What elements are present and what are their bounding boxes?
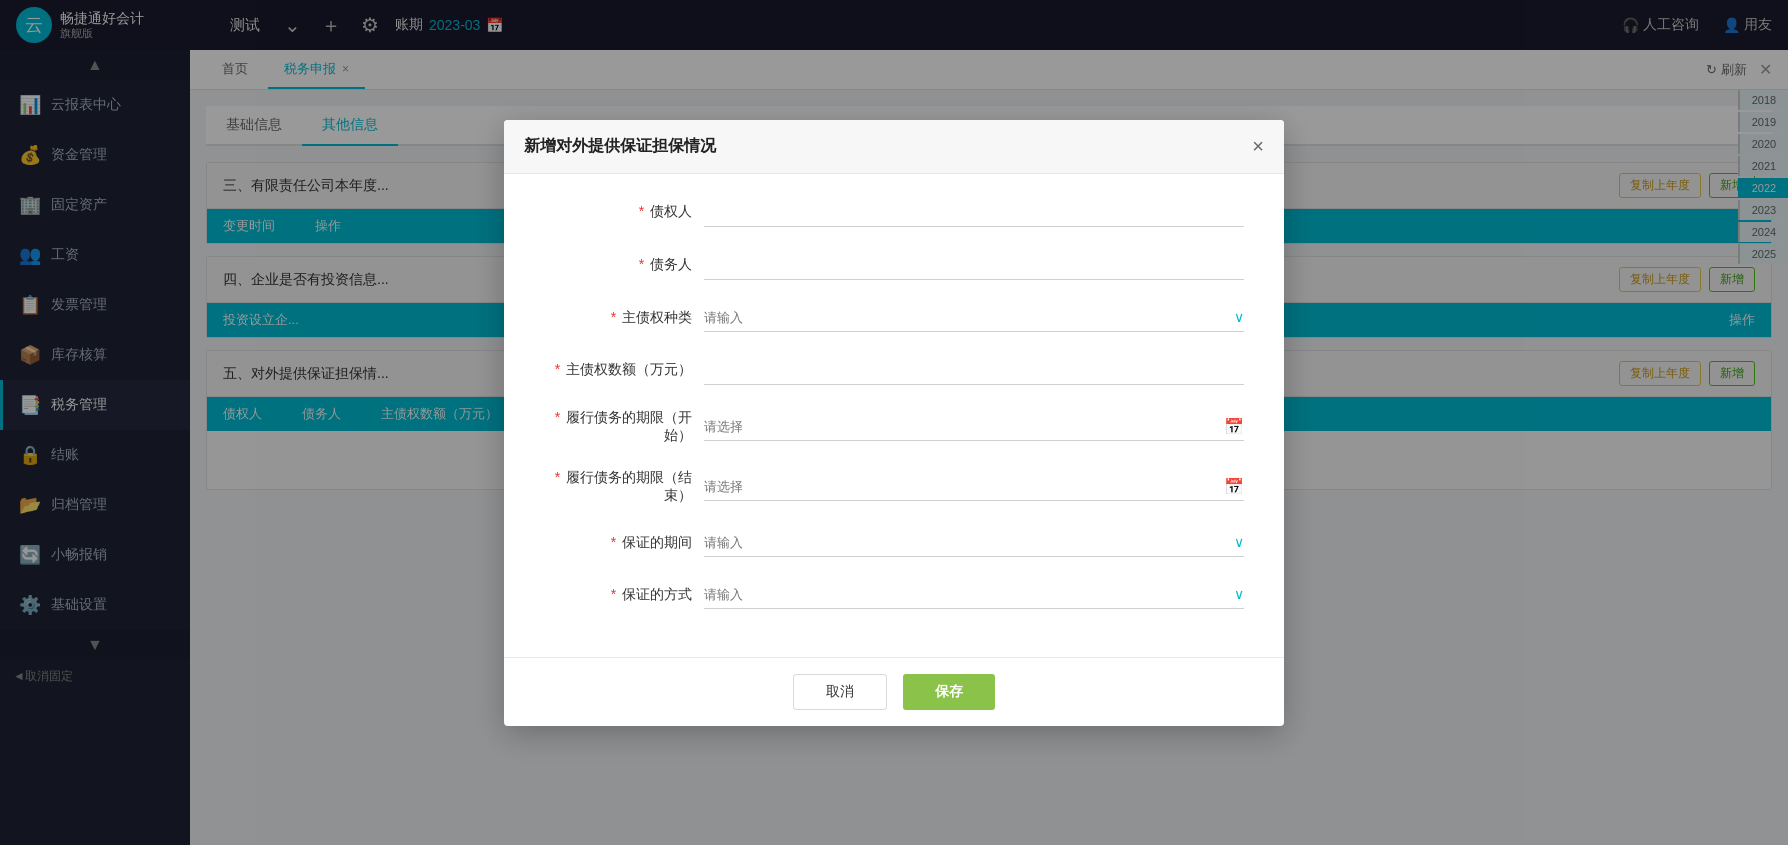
required-mark: * bbox=[639, 203, 644, 219]
dropdown-arrow-guarantee-period[interactable]: ∨ bbox=[1234, 534, 1244, 550]
select-guarantee-period[interactable] bbox=[704, 529, 1234, 556]
dialog-title: 新增对外提供保证担保情况 bbox=[524, 136, 716, 157]
form-label-guarantee-method: * 保证的方式 bbox=[544, 586, 704, 604]
dialog-footer: 取消 保存 bbox=[504, 657, 1284, 726]
date-start-wrapper: 📅 bbox=[704, 413, 1244, 441]
form-label-date-end: * 履行债务的期限（结束） bbox=[544, 469, 704, 505]
input-date-end[interactable] bbox=[704, 473, 1224, 500]
dialog: 新增对外提供保证担保情况 × * 债权人 * 债务人 bbox=[504, 120, 1284, 726]
calendar-end-icon[interactable]: 📅 bbox=[1224, 477, 1244, 496]
label-date-end-text: 履行债务的期限（结束） bbox=[566, 469, 692, 503]
form-row-creditor: * 债权人 bbox=[544, 198, 1244, 227]
form-row-credit-amount: * 主债权数额（万元） bbox=[544, 356, 1244, 385]
form-label-date-start: * 履行债务的期限（开始） bbox=[544, 409, 704, 445]
required-mark-6: * bbox=[555, 469, 560, 485]
date-end-wrapper: 📅 bbox=[704, 473, 1244, 501]
select-guarantee-period-wrapper: ∨ bbox=[704, 529, 1244, 557]
form-row-date-start: * 履行债务的期限（开始） 📅 bbox=[544, 409, 1244, 445]
dialog-overlay: 新增对外提供保证担保情况 × * 债权人 * 债务人 bbox=[0, 0, 1788, 845]
dialog-body: * 债权人 * 债务人 * 主债权种类 bbox=[504, 174, 1284, 657]
required-mark-5: * bbox=[555, 409, 560, 425]
input-debtor[interactable] bbox=[704, 251, 1244, 280]
label-guarantee-method-text: 保证的方式 bbox=[622, 586, 692, 602]
save-button[interactable]: 保存 bbox=[903, 674, 995, 710]
label-guarantee-period-text: 保证的期间 bbox=[622, 534, 692, 550]
label-credit-type-text: 主债权种类 bbox=[622, 309, 692, 325]
input-creditor[interactable] bbox=[704, 198, 1244, 227]
form-label-creditor: * 债权人 bbox=[544, 203, 704, 221]
cancel-button[interactable]: 取消 bbox=[793, 674, 887, 710]
dropdown-arrow-credit-type[interactable]: ∨ bbox=[1234, 309, 1244, 325]
form-row-debtor: * 债务人 bbox=[544, 251, 1244, 280]
label-credit-amount-text: 主债权数额（万元） bbox=[566, 361, 692, 377]
dialog-close-btn[interactable]: × bbox=[1252, 136, 1264, 156]
form-label-guarantee-period: * 保证的期间 bbox=[544, 534, 704, 552]
dialog-header: 新增对外提供保证担保情况 × bbox=[504, 120, 1284, 174]
required-mark-2: * bbox=[639, 256, 644, 272]
label-debtor-text: 债务人 bbox=[650, 256, 692, 272]
dropdown-arrow-guarantee-method[interactable]: ∨ bbox=[1234, 586, 1244, 602]
label-date-start-text: 履行债务的期限（开始） bbox=[566, 409, 692, 443]
form-row-guarantee-period: * 保证的期间 ∨ bbox=[544, 529, 1244, 557]
form-label-credit-amount: * 主债权数额（万元） bbox=[544, 361, 704, 379]
form-label-credit-type: * 主债权种类 bbox=[544, 309, 704, 327]
calendar-start-icon[interactable]: 📅 bbox=[1224, 417, 1244, 436]
required-mark-8: * bbox=[611, 586, 616, 602]
label-creditor-text: 债权人 bbox=[650, 203, 692, 219]
form-label-debtor: * 债务人 bbox=[544, 256, 704, 274]
input-date-start[interactable] bbox=[704, 413, 1224, 440]
required-mark-7: * bbox=[611, 534, 616, 550]
required-mark-3: * bbox=[611, 309, 616, 325]
select-guarantee-method[interactable] bbox=[704, 581, 1234, 608]
select-guarantee-method-wrapper: ∨ bbox=[704, 581, 1244, 609]
form-row-date-end: * 履行债务的期限（结束） 📅 bbox=[544, 469, 1244, 505]
select-credit-type[interactable] bbox=[704, 304, 1234, 331]
select-credit-type-wrapper: ∨ bbox=[704, 304, 1244, 332]
form-row-guarantee-method: * 保证的方式 ∨ bbox=[544, 581, 1244, 609]
form-row-credit-type: * 主债权种类 ∨ bbox=[544, 304, 1244, 332]
required-mark-4: * bbox=[555, 361, 560, 377]
input-credit-amount[interactable] bbox=[704, 356, 1244, 385]
